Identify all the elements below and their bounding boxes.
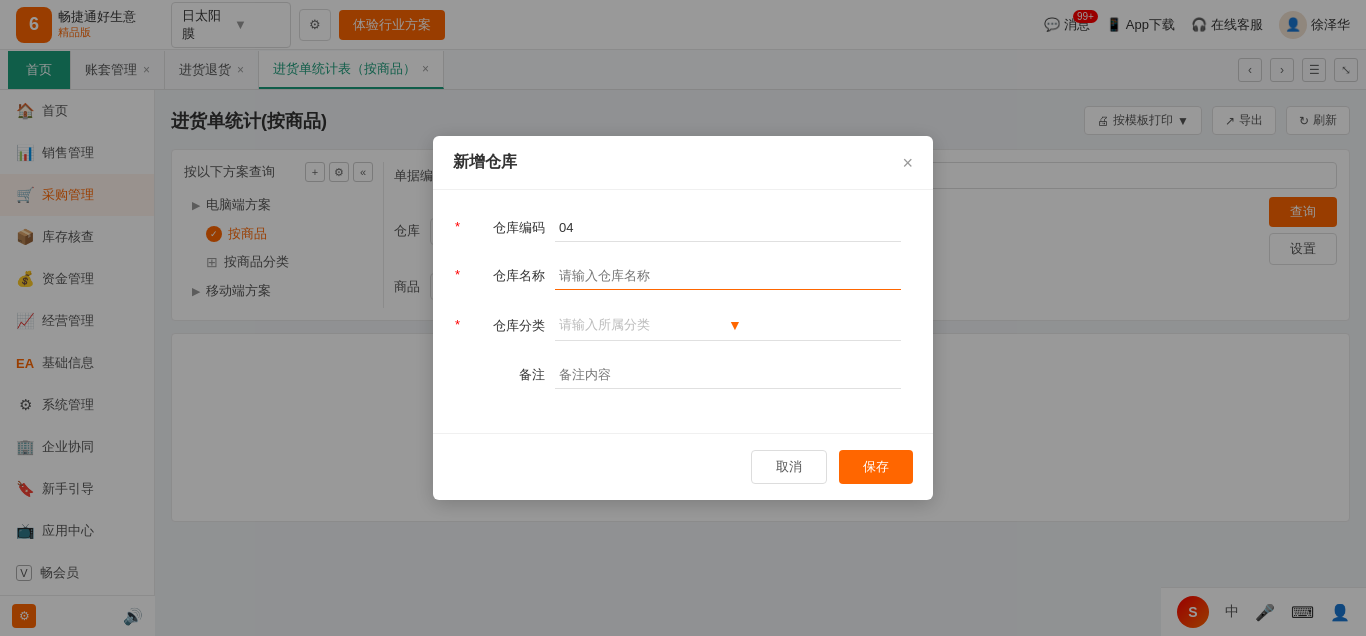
form-row-code: 仓库编码 <box>465 214 901 242</box>
modal-overlay: 新增仓库 × 仓库编码 仓库名称 仓库分类 请输入所属分类 ▼ <box>0 0 1366 636</box>
remark-label: 备注 <box>465 366 545 384</box>
form-row-remark: 备注 <box>465 361 901 389</box>
code-label: 仓库编码 <box>465 219 545 237</box>
category-arrow-icon: ▼ <box>728 317 897 333</box>
name-input[interactable] <box>555 262 901 290</box>
save-button[interactable]: 保存 <box>839 450 913 484</box>
category-label: 仓库分类 <box>465 317 545 335</box>
code-input[interactable] <box>555 214 901 242</box>
category-placeholder: 请输入所属分类 <box>559 316 728 334</box>
remark-input[interactable] <box>555 361 901 389</box>
category-select[interactable]: 请输入所属分类 ▼ <box>555 310 901 341</box>
dialog-close-button[interactable]: × <box>902 154 913 172</box>
form-row-name: 仓库名称 <box>465 262 901 290</box>
form-row-category: 仓库分类 请输入所属分类 ▼ <box>465 310 901 341</box>
name-label: 仓库名称 <box>465 267 545 285</box>
dialog-new-warehouse: 新增仓库 × 仓库编码 仓库名称 仓库分类 请输入所属分类 ▼ <box>433 136 933 500</box>
cancel-button[interactable]: 取消 <box>751 450 827 484</box>
dialog-footer: 取消 保存 <box>433 433 933 500</box>
dialog-body: 仓库编码 仓库名称 仓库分类 请输入所属分类 ▼ 备注 <box>433 190 933 433</box>
dialog-title: 新增仓库 <box>453 152 517 173</box>
dialog-header: 新增仓库 × <box>433 136 933 190</box>
